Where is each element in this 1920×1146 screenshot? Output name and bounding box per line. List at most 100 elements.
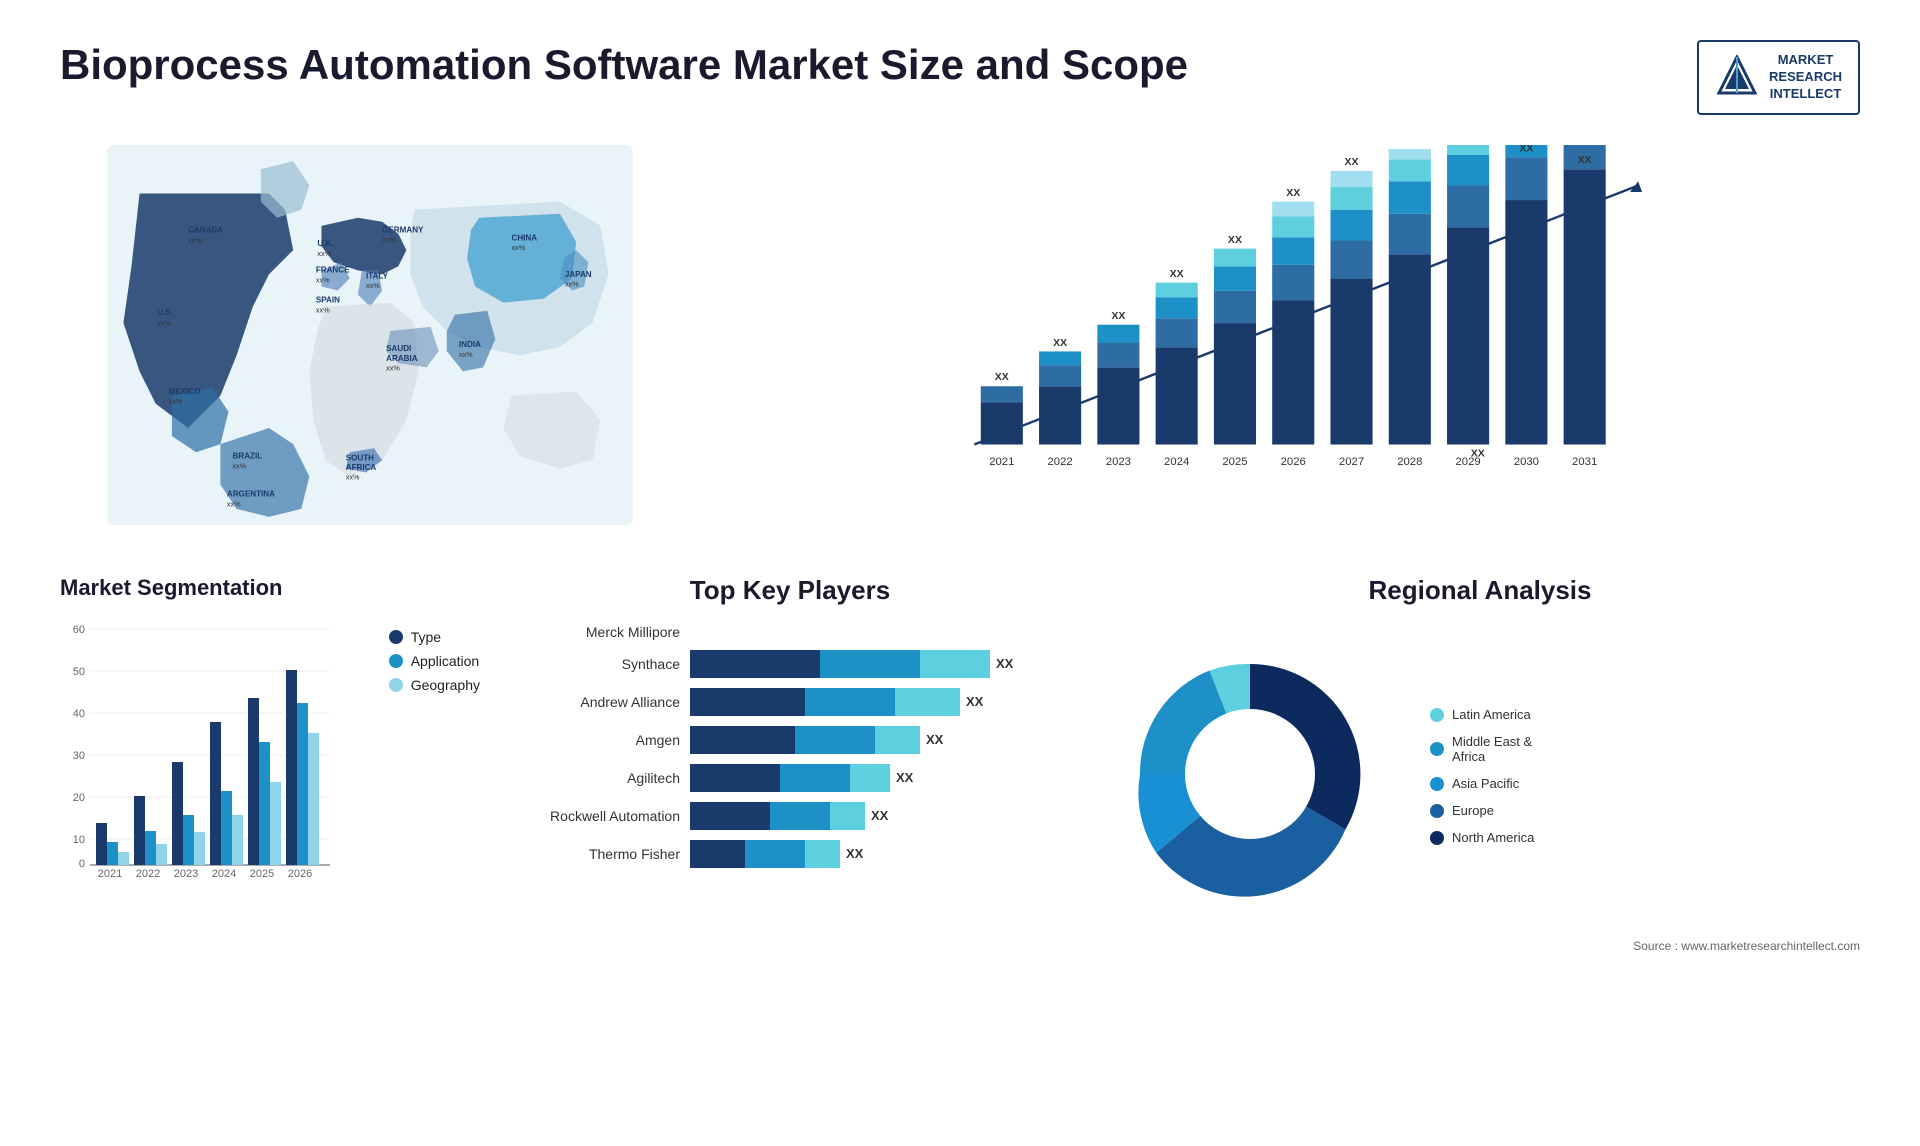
svg-text:XX: XX [1228, 234, 1242, 246]
key-players-title: Top Key Players [520, 575, 1060, 606]
svg-text:xx%: xx% [386, 363, 400, 372]
player-name: Rockwell Automation [520, 808, 680, 824]
svg-text:XX: XX [1170, 268, 1184, 280]
svg-text:2022: 2022 [1047, 455, 1072, 467]
svg-text:2026: 2026 [1281, 455, 1306, 467]
world-map: CANADA xx% U.S. xx% MEXICO xx% BRAZIL xx… [60, 145, 680, 525]
page-header: Bioprocess Automation Software Market Si… [60, 40, 1860, 115]
svg-text:GERMANY: GERMANY [382, 225, 424, 234]
bar-seg1 [690, 650, 820, 678]
svg-text:CANADA: CANADA [188, 225, 223, 234]
legend-mea: Middle East &Africa [1430, 734, 1534, 764]
player-bar [690, 802, 865, 830]
bottom-row: Market Segmentation 60 50 40 30 20 10 0 [60, 575, 1860, 953]
legend-type: Type [389, 629, 480, 645]
svg-text:XX: XX [1345, 156, 1359, 168]
legend-geography-dot [389, 678, 403, 692]
legend-application-label: Application [411, 653, 480, 669]
donut-svg [1100, 624, 1400, 924]
regional-title: Regional Analysis [1100, 575, 1860, 606]
player-bar [690, 764, 890, 792]
svg-text:2024: 2024 [212, 868, 236, 879]
svg-text:2031: 2031 [1572, 455, 1597, 467]
svg-text:JAPAN: JAPAN [565, 269, 592, 278]
legend-latin-america: Latin America [1430, 707, 1534, 722]
logo-icon [1715, 55, 1759, 99]
svg-text:0: 0 [79, 858, 85, 870]
player-name: Amgen [520, 732, 680, 748]
svg-text:2025: 2025 [1222, 455, 1247, 467]
bar-seg2 [820, 650, 920, 678]
player-value: XX [926, 732, 943, 747]
svg-text:ARABIA: ARABIA [386, 354, 418, 363]
player-bar-container: XX [690, 688, 1060, 716]
svg-text:XX: XX [1519, 145, 1533, 154]
svg-text:xx%: xx% [316, 275, 330, 284]
growth-chart-section: 2021 XX 2022 XX 2023 XX 2024 [720, 145, 1860, 525]
svg-text:xx%: xx% [317, 248, 331, 257]
svg-text:SPAIN: SPAIN [316, 295, 340, 304]
svg-text:40: 40 [73, 708, 85, 720]
segmentation-chart: 60 50 40 30 20 10 0 [60, 619, 340, 879]
bar-seg1 [690, 688, 805, 716]
bar-seg2 [770, 802, 830, 830]
segmentation-legend: Type Application Geography [389, 629, 480, 693]
bar-seg3 [830, 802, 865, 830]
svg-text:CHINA: CHINA [511, 233, 537, 242]
svg-text:xx%: xx% [169, 396, 183, 405]
svg-text:2028: 2028 [1397, 455, 1422, 467]
logo: MARKET RESEARCH INTELLECT [1697, 40, 1860, 115]
svg-text:INDIA: INDIA [459, 340, 481, 349]
page-title: Bioprocess Automation Software Market Si… [60, 40, 1188, 90]
svg-text:2023: 2023 [1106, 455, 1131, 467]
svg-text:XX: XX [1471, 447, 1485, 459]
svg-text:AFRICA: AFRICA [346, 463, 377, 472]
bar-seg2 [745, 840, 805, 868]
player-bar-container: XX [690, 764, 1060, 792]
svg-text:xx%: xx% [316, 305, 330, 314]
svg-text:MEXICO: MEXICO [169, 387, 201, 396]
player-bar [690, 840, 840, 868]
svg-text:SOUTH: SOUTH [346, 453, 374, 462]
player-row: Thermo Fisher XX [520, 840, 1060, 868]
svg-text:XX: XX [995, 370, 1009, 382]
player-bar-container: XX [690, 840, 1060, 868]
svg-text:XX: XX [1111, 310, 1125, 322]
svg-text:2023: 2023 [174, 868, 198, 879]
bar-seg3 [920, 650, 990, 678]
legend-type-label: Type [411, 629, 441, 645]
player-row: Merck Millipore [520, 624, 1060, 640]
svg-text:FRANCE: FRANCE [316, 265, 350, 274]
player-value: XX [871, 808, 888, 823]
svg-text:30: 30 [73, 750, 85, 762]
svg-text:BRAZIL: BRAZIL [233, 451, 263, 460]
player-bar [690, 726, 920, 754]
svg-text:2021: 2021 [98, 868, 122, 879]
source-text: Source : www.marketresearchintellect.com [1100, 939, 1860, 953]
svg-text:2027: 2027 [1339, 455, 1364, 467]
bar-seg3 [850, 764, 890, 792]
svg-text:U.S.: U.S. [157, 307, 173, 316]
svg-text:2021: 2021 [989, 455, 1014, 467]
svg-text:xx%: xx% [346, 472, 360, 481]
bar-seg2 [795, 726, 875, 754]
legend-mea-dot [1430, 742, 1444, 756]
legend-europe-dot [1430, 804, 1444, 818]
svg-text:U.K.: U.K. [317, 239, 333, 248]
player-value: XX [966, 694, 983, 709]
legend-type-dot [389, 630, 403, 644]
segmentation-title: Market Segmentation [60, 575, 480, 601]
bar-seg3 [805, 840, 840, 868]
svg-text:20: 20 [73, 792, 85, 804]
legend-north-america-dot [1430, 831, 1444, 845]
bar-seg1 [690, 764, 780, 792]
svg-text:XX: XX [1053, 336, 1067, 348]
svg-text:xx%: xx% [157, 318, 171, 327]
legend-latin-america-dot [1430, 708, 1444, 722]
svg-text:SAUDI: SAUDI [386, 344, 411, 353]
growth-chart-svg: 2021 XX 2022 XX 2023 XX 2024 [720, 145, 1860, 485]
svg-text:xx%: xx% [565, 279, 579, 288]
svg-text:XX: XX [1286, 187, 1300, 199]
player-value: XX [996, 656, 1013, 671]
bar-seg1 [690, 840, 745, 868]
